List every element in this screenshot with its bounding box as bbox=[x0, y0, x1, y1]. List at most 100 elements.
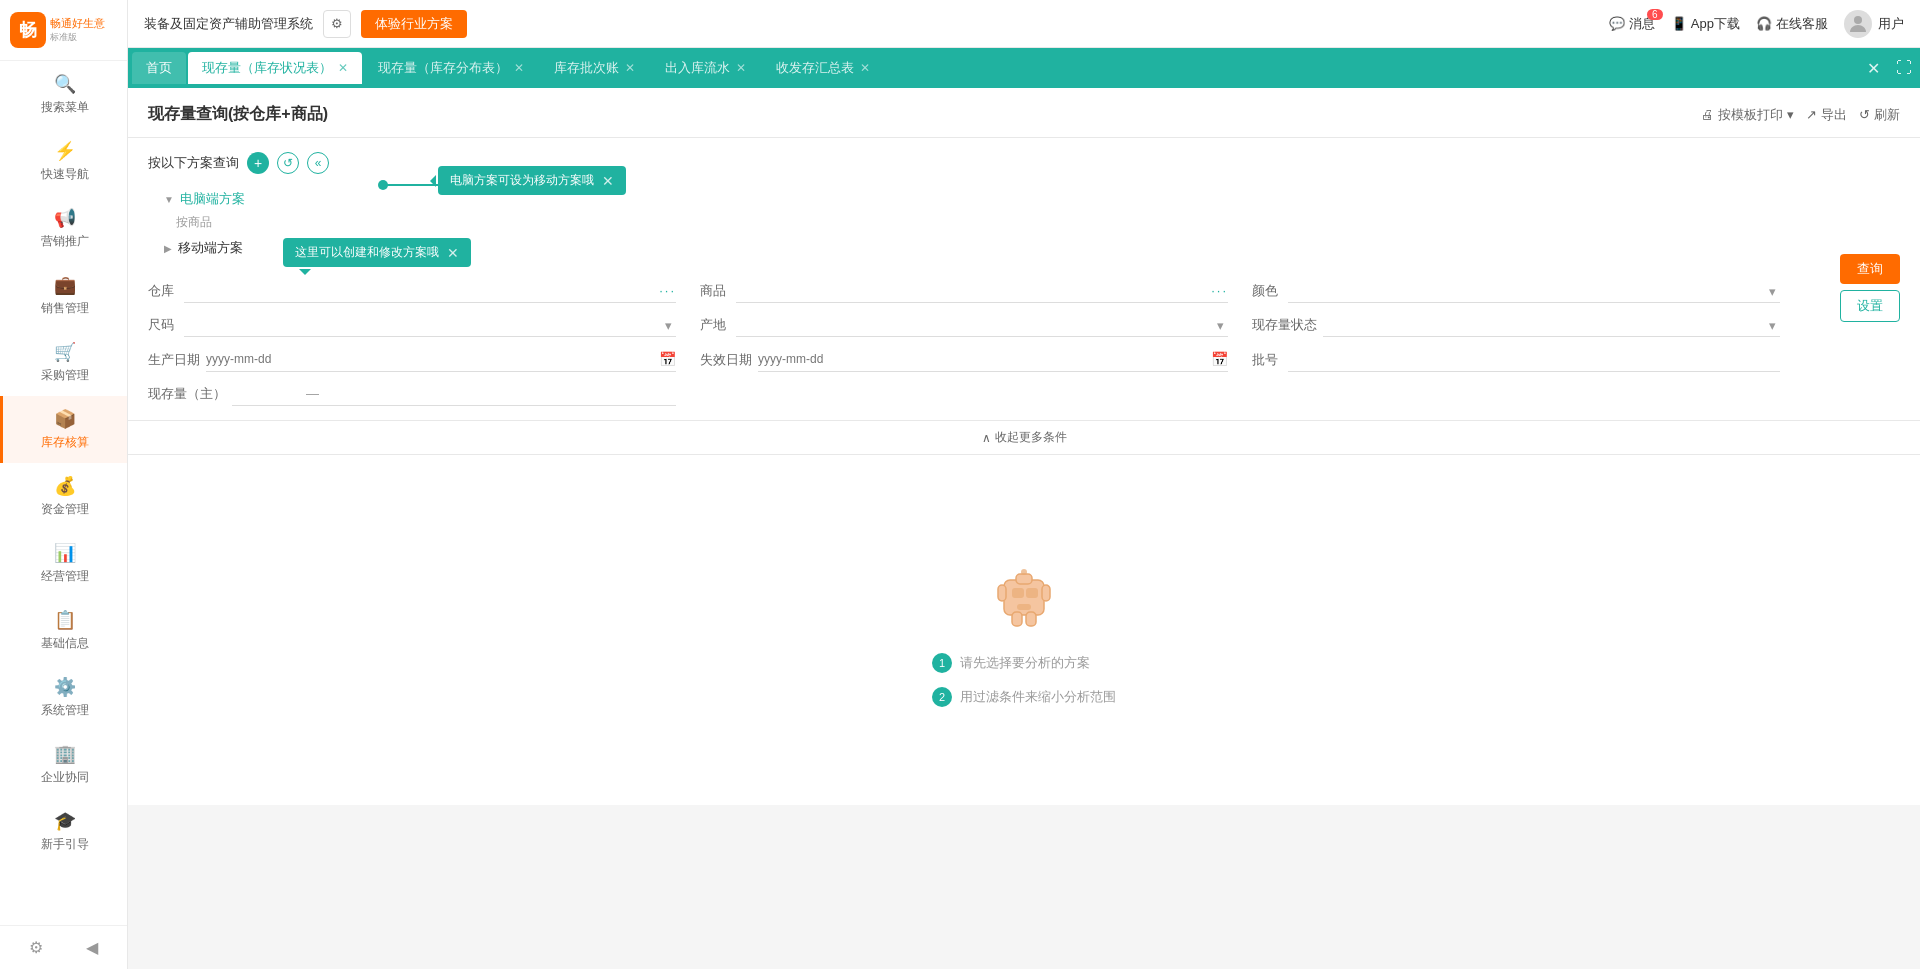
warehouse-dots[interactable]: ··· bbox=[659, 283, 676, 298]
sidebar-item-search[interactable]: 🔍 搜索菜单 bbox=[0, 61, 127, 128]
step2-num: 2 bbox=[932, 687, 952, 707]
scheme-pc-label: 电脑端方案 bbox=[180, 190, 245, 208]
expire-date-input[interactable] bbox=[758, 352, 1207, 366]
tab-batch[interactable]: 库存批次账 ✕ bbox=[540, 52, 649, 84]
batch-input[interactable] bbox=[1288, 348, 1780, 372]
tab-inventory-status[interactable]: 现存量（库存状况表） ✕ bbox=[188, 52, 362, 84]
refresh-btn[interactable]: ↺ 刷新 bbox=[1859, 106, 1900, 124]
topbar-app-btn[interactable]: 📱 App下载 bbox=[1671, 15, 1740, 33]
produce-date-calendar-icon[interactable]: 📅 bbox=[659, 351, 676, 367]
tab-collect[interactable]: 收发存汇总表 ✕ bbox=[762, 52, 884, 84]
tab-close-inventory-status[interactable]: ✕ bbox=[338, 61, 348, 75]
collapse-sidebar-btn[interactable]: ◀ bbox=[86, 938, 98, 957]
collapse-bar[interactable]: ∧ 收起更多条件 bbox=[128, 421, 1920, 455]
svg-rect-3 bbox=[1026, 588, 1038, 598]
tab-close-collect[interactable]: ✕ bbox=[860, 61, 870, 75]
tabbar-controls: ✕ ⛶ bbox=[1863, 59, 1916, 78]
topbar-service-btn[interactable]: 🎧 在线客服 bbox=[1756, 15, 1828, 33]
industry-btn[interactable]: 体验行业方案 bbox=[361, 10, 467, 38]
stock-qty-max[interactable] bbox=[323, 386, 393, 401]
settings-bottom-btn[interactable]: ⚙ bbox=[29, 938, 43, 957]
chart-icon: 📊 bbox=[54, 542, 76, 564]
chevron-up-icon: ∧ bbox=[982, 431, 991, 445]
filter-expire-date: 失效日期 📅 bbox=[700, 347, 1228, 372]
filter-refresh-btn[interactable]: ↺ bbox=[277, 152, 299, 174]
step1-num: 1 bbox=[932, 653, 952, 673]
warehouse-label: 仓库 bbox=[148, 282, 178, 300]
origin-select[interactable] bbox=[736, 313, 1228, 337]
topbar-settings-btn[interactable]: ⚙ bbox=[323, 10, 351, 38]
topbar-user-menu[interactable]: 用户 bbox=[1844, 10, 1904, 38]
origin-label: 产地 bbox=[700, 316, 730, 334]
size-label: 尺码 bbox=[148, 316, 178, 334]
tab-close-inout[interactable]: ✕ bbox=[736, 61, 746, 75]
color-select[interactable] bbox=[1288, 279, 1780, 303]
topbar-message-btn[interactable]: 💬 消息 6 bbox=[1609, 15, 1655, 33]
setup-button[interactable]: 设置 bbox=[1840, 290, 1900, 322]
sidebar-item-basic[interactable]: 📋 基础信息 bbox=[0, 597, 127, 664]
svg-rect-5 bbox=[1016, 574, 1032, 584]
svg-rect-7 bbox=[998, 585, 1006, 601]
topbar: 装备及固定资产辅助管理系统 ⚙ 体验行业方案 💬 消息 6 📱 App下载 🎧 … bbox=[128, 0, 1920, 48]
chevron-down-icon: ▾ bbox=[1787, 107, 1794, 122]
sidebar-item-enterprise[interactable]: 🏢 企业协同 bbox=[0, 731, 127, 798]
filter-add-btn[interactable]: + bbox=[247, 152, 269, 174]
expire-date-calendar-icon[interactable]: 📅 bbox=[1211, 351, 1228, 367]
sidebar-item-quick-nav[interactable]: ⚡ 快速导航 bbox=[0, 128, 127, 195]
produce-date-start[interactable] bbox=[206, 352, 655, 366]
tooltip2-close-btn[interactable]: ✕ bbox=[447, 245, 459, 261]
svg-rect-4 bbox=[1017, 604, 1031, 610]
tab-inventory-dist[interactable]: 现存量（库存分布表） ✕ bbox=[364, 52, 538, 84]
filter-label: 按以下方案查询 bbox=[148, 154, 239, 172]
empty-step-2: 2 用过滤条件来缩小分析范围 bbox=[932, 684, 1116, 710]
printer-icon: 🖨 bbox=[1701, 107, 1714, 122]
phone-icon: 📱 bbox=[1671, 16, 1687, 31]
sidebar-item-business[interactable]: 📊 经营管理 bbox=[0, 530, 127, 597]
filter-back-btn[interactable]: « bbox=[307, 152, 329, 174]
sidebar-item-purchase[interactable]: 🛒 采购管理 bbox=[0, 329, 127, 396]
graduation-icon: 🎓 bbox=[54, 810, 76, 832]
sidebar-item-system[interactable]: ⚙️ 系统管理 bbox=[0, 664, 127, 731]
print-btn[interactable]: 🖨 按模板打印 ▾ bbox=[1701, 106, 1794, 124]
logo: 畅 畅通好生意 标准版 bbox=[0, 0, 127, 61]
tab-close-batch[interactable]: ✕ bbox=[625, 61, 635, 75]
product-dots[interactable]: ··· bbox=[1211, 283, 1228, 298]
produce-date-label: 生产日期 bbox=[148, 351, 200, 369]
tab-inout[interactable]: 出入库流水 ✕ bbox=[651, 52, 760, 84]
svg-point-0 bbox=[1854, 16, 1862, 24]
empty-steps: 1 请先选择要分析的方案 2 用过滤条件来缩小分析范围 bbox=[932, 650, 1116, 710]
sidebar-item-marketing[interactable]: 📢 营销推广 bbox=[0, 195, 127, 262]
stock-qty-min[interactable] bbox=[232, 386, 302, 401]
scheme-pc-sub: 按商品 bbox=[156, 214, 1900, 233]
size-select[interactable] bbox=[184, 313, 676, 337]
arrow-down-icon: ▼ bbox=[164, 194, 174, 205]
clipboard-icon: 📋 bbox=[54, 609, 76, 631]
svg-rect-10 bbox=[1026, 612, 1036, 626]
tooltip1-close-btn[interactable]: ✕ bbox=[602, 173, 614, 189]
scheme-mobile-label: 移动端方案 bbox=[178, 239, 243, 257]
sidebar-item-guide[interactable]: 🎓 新手引导 bbox=[0, 798, 127, 865]
sidebar-item-finance[interactable]: 💰 资金管理 bbox=[0, 463, 127, 530]
tab-close-inventory-dist[interactable]: ✕ bbox=[514, 61, 524, 75]
scheme-pc-item[interactable]: ▼ 电脑端方案 bbox=[156, 186, 1900, 212]
tab-maximize-btn[interactable]: ⛶ bbox=[1892, 59, 1916, 77]
sidebar-item-inventory[interactable]: 📦 库存核算 bbox=[0, 396, 127, 463]
filter-size: 尺码 ▾ bbox=[148, 313, 676, 337]
page-header: 现存量查询(按仓库+商品) 🖨 按模板打印 ▾ ↗ 导出 ↺ 刷新 bbox=[128, 88, 1920, 138]
export-btn[interactable]: ↗ 导出 bbox=[1806, 106, 1847, 124]
megaphone-icon: 📢 bbox=[54, 207, 76, 229]
filter-produce-date: 生产日期 📅 bbox=[148, 347, 676, 372]
page-header-actions: 🖨 按模板打印 ▾ ↗ 导出 ↺ 刷新 bbox=[1701, 106, 1900, 124]
sidebar-item-sales[interactable]: 💼 销售管理 bbox=[0, 262, 127, 329]
stock-status-select[interactable] bbox=[1323, 313, 1780, 337]
main-content: 装备及固定资产辅助管理系统 ⚙ 体验行业方案 💬 消息 6 📱 App下载 🎧 … bbox=[128, 0, 1920, 969]
tab-home[interactable]: 首页 bbox=[132, 52, 186, 84]
message-icon: 💬 bbox=[1609, 16, 1625, 31]
lightning-icon: ⚡ bbox=[54, 140, 76, 162]
arrow-right-icon: ▶ bbox=[164, 243, 172, 254]
briefcase-icon: 💼 bbox=[54, 274, 76, 296]
query-button[interactable]: 查询 bbox=[1840, 254, 1900, 284]
product-label: 商品 bbox=[700, 282, 730, 300]
stock-status-label: 现存量状态 bbox=[1252, 316, 1317, 334]
tab-close-all-btn[interactable]: ✕ bbox=[1863, 59, 1884, 78]
